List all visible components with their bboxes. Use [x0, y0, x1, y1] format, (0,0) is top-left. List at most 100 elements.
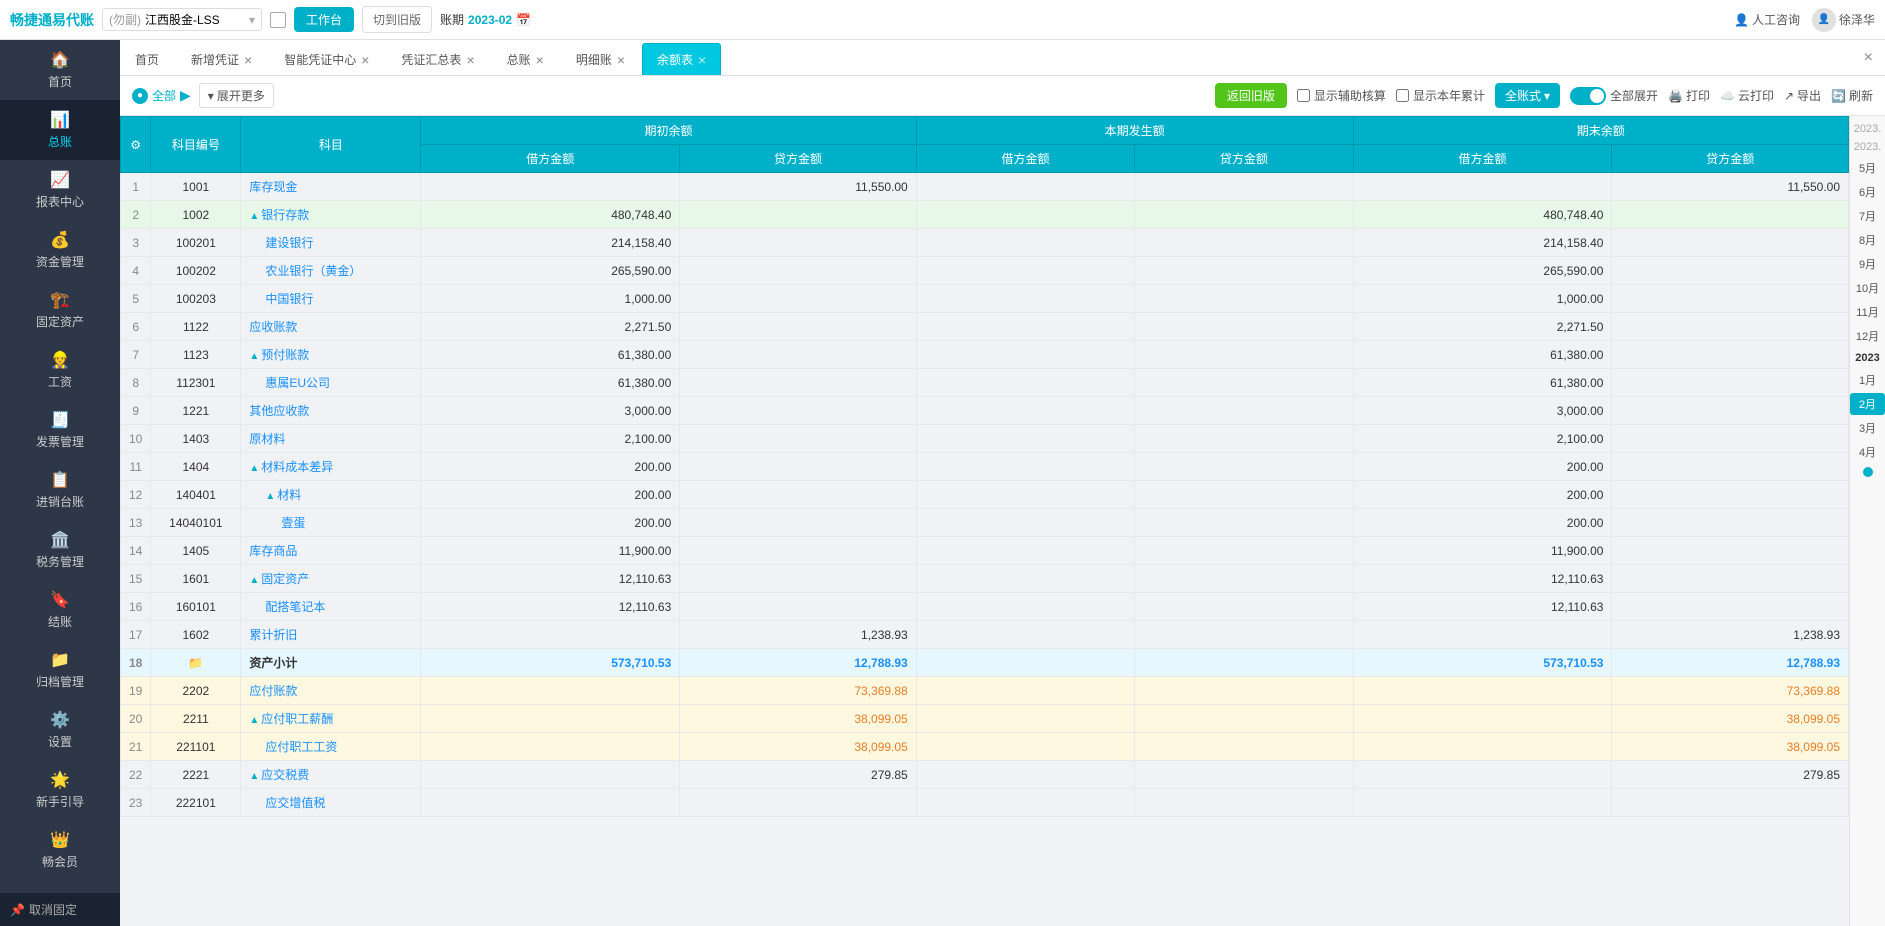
expand-more-button[interactable]: ▾ 展开更多 [199, 83, 274, 108]
right-panel-month-10[interactable]: 10月 [1850, 277, 1885, 299]
cell-name[interactable]: 累计折旧 [241, 621, 421, 649]
tab-smart-voucher-close[interactable]: × [361, 53, 369, 67]
sidebar-item-funds[interactable]: 💰 资金管理 [0, 220, 120, 280]
tab-new-voucher[interactable]: 新增凭证 × [176, 43, 267, 75]
cell-name[interactable]: ▲应交税费 [241, 761, 421, 789]
cell-name[interactable]: ▲银行存款 [241, 201, 421, 229]
expand-icon[interactable]: ▲ [249, 575, 259, 586]
sidebar-item-settings[interactable]: ⚙️ 设置 [0, 700, 120, 760]
subject-link[interactable]: 应交税费 [261, 768, 309, 782]
cell-name[interactable]: 建设银行 [241, 229, 421, 257]
right-panel-month-5[interactable]: 5月 [1850, 157, 1885, 179]
cell-name[interactable]: 原材料 [241, 425, 421, 453]
cell-name[interactable]: 资产小计 [241, 649, 421, 677]
cell-name[interactable]: 其他应收款 [241, 397, 421, 425]
tab-home[interactable]: 首页 [120, 43, 174, 75]
company-selector[interactable]: (勿副) 江西股金-LSS ▾ [102, 8, 262, 31]
print-action[interactable]: 🖨️ 打印 [1668, 87, 1710, 104]
sidebar-item-tax[interactable]: 🏛️ 税务管理 [0, 520, 120, 580]
sidebar-item-reports[interactable]: 📈 报表中心 [0, 160, 120, 220]
expand-icon[interactable]: ▲ [265, 491, 275, 502]
tab-general-ledger[interactable]: 总账 × [492, 43, 559, 75]
subject-link[interactable]: 材料成本差异 [261, 460, 333, 474]
cell-name[interactable]: 应交增值税 [241, 789, 421, 817]
table-wrapper[interactable]: ⚙ 科目编号 科目 期初余额 本期发生额 期末余额 借方金额 贷方金额 借方金额… [120, 116, 1849, 926]
consult-item[interactable]: 👤 人工咨询 [1734, 11, 1800, 28]
sidebar-item-home[interactable]: 🏠 首页 [0, 40, 120, 100]
subject-link[interactable]: 库存商品 [249, 544, 297, 558]
subject-link[interactable]: 中国银行 [265, 292, 313, 306]
sidebar-item-close[interactable]: 🔖 结账 [0, 580, 120, 640]
expand-icon[interactable]: ▲ [249, 351, 259, 362]
expand-icon[interactable]: ▲ [249, 715, 259, 726]
subject-link[interactable]: 原材料 [249, 432, 285, 446]
toggle-switch[interactable] [1570, 87, 1606, 105]
right-panel-month-7[interactable]: 7月 [1850, 205, 1885, 227]
tab-voucher-summary[interactable]: 凭证汇总表 × [386, 43, 489, 75]
cell-name[interactable]: 惠属EU公司 [241, 369, 421, 397]
cell-name[interactable]: 中国银行 [241, 285, 421, 313]
cell-name[interactable]: 库存商品 [241, 537, 421, 565]
subject-link[interactable]: 累计折旧 [249, 628, 297, 642]
subject-link[interactable]: 应付账款 [249, 684, 297, 698]
switch-version-button[interactable]: 切到旧版 [362, 6, 432, 33]
right-panel-month-3[interactable]: 3月 [1850, 417, 1885, 439]
subject-link[interactable]: 配搭笔记本 [265, 600, 325, 614]
cell-name[interactable]: ▲材料 [241, 481, 421, 509]
th-setting[interactable]: ⚙ [121, 117, 151, 173]
cell-name[interactable]: ▲应付职工薪酬 [241, 705, 421, 733]
tab-new-voucher-close[interactable]: × [244, 53, 252, 67]
expand-icon[interactable]: ▲ [249, 771, 259, 782]
return-oldver-button[interactable]: 返回旧版 [1215, 83, 1287, 108]
sidebar-item-guide[interactable]: 🌟 新手引导 [0, 760, 120, 820]
tab-detail-ledger-close[interactable]: × [617, 53, 625, 67]
subject-link[interactable]: 壹蛋 [281, 516, 305, 530]
full-style-button[interactable]: 全账式 ▾ [1495, 83, 1560, 108]
cell-name[interactable]: ▲固定资产 [241, 565, 421, 593]
subject-link[interactable]: 固定资产 [261, 572, 309, 586]
workbench-button[interactable]: 工作台 [294, 7, 354, 32]
cell-name[interactable]: ▲预付账款 [241, 341, 421, 369]
sidebar-item-archive[interactable]: 📁 归档管理 [0, 640, 120, 700]
export-action[interactable]: ↗ 导出 [1784, 87, 1821, 104]
expand-icon[interactable]: ▲ [249, 211, 259, 222]
expand-icon[interactable]: ▲ [249, 463, 259, 474]
subject-link[interactable]: 建设银行 [265, 236, 313, 250]
subject-link[interactable]: 应交增值税 [265, 796, 325, 810]
subject-link[interactable]: 应付职工薪酬 [261, 712, 333, 726]
tab-voucher-summary-close[interactable]: × [466, 53, 474, 67]
subject-link[interactable]: 其他应收款 [249, 404, 309, 418]
subject-link[interactable]: 材料 [277, 488, 301, 502]
cell-name[interactable]: 应收账款 [241, 313, 421, 341]
sidebar-item-payroll[interactable]: 👷 工资 [0, 340, 120, 400]
subject-link[interactable]: 银行存款 [261, 208, 309, 222]
right-panel-month-1[interactable]: 1月 [1850, 369, 1885, 391]
cell-name[interactable]: ▲材料成本差异 [241, 453, 421, 481]
tab-smart-voucher[interactable]: 智能凭证中心 × [269, 43, 384, 75]
subject-link[interactable]: 预付账款 [261, 348, 309, 362]
sidebar-item-sales[interactable]: 📋 进销台账 [0, 460, 120, 520]
refresh-action[interactable]: 🔄 刷新 [1831, 87, 1873, 104]
subject-link[interactable]: 应收账款 [249, 320, 297, 334]
subject-link[interactable]: 应付职工工资 [265, 740, 337, 754]
filter-all[interactable]: ● 全部 ▶ [132, 87, 191, 104]
expand-all-toggle[interactable]: 全部展开 [1570, 87, 1658, 105]
user-item[interactable]: 👤 徐泽华 [1812, 8, 1875, 32]
right-panel-month-2[interactable]: 2月 [1850, 393, 1885, 415]
tab-balance[interactable]: 余额表 × [642, 43, 721, 75]
sidebar-item-ledger[interactable]: 📊 总账 [0, 100, 120, 160]
right-panel-month-11[interactable]: 11月 [1850, 301, 1885, 323]
show-aux-calc-checkbox[interactable] [1297, 89, 1310, 102]
sidebar-item-assets[interactable]: 🏗️ 固定资产 [0, 280, 120, 340]
calendar-icon[interactable]: 📅 [516, 13, 531, 27]
tab-balance-close[interactable]: × [698, 53, 706, 67]
right-panel-month-4[interactable]: 4月 [1850, 441, 1885, 463]
cloud-print-action[interactable]: ☁️ 云打印 [1720, 87, 1774, 104]
subject-link[interactable]: 惠属EU公司 [265, 376, 330, 390]
cell-name[interactable]: 壹蛋 [241, 509, 421, 537]
show-aux-calc-label[interactable]: 显示辅助核算 [1297, 87, 1386, 104]
cell-name[interactable]: 应付账款 [241, 677, 421, 705]
window-close-button[interactable]: × [1852, 49, 1885, 67]
copy-icon[interactable] [270, 12, 286, 28]
subject-link[interactable]: 库存现金 [249, 180, 297, 194]
